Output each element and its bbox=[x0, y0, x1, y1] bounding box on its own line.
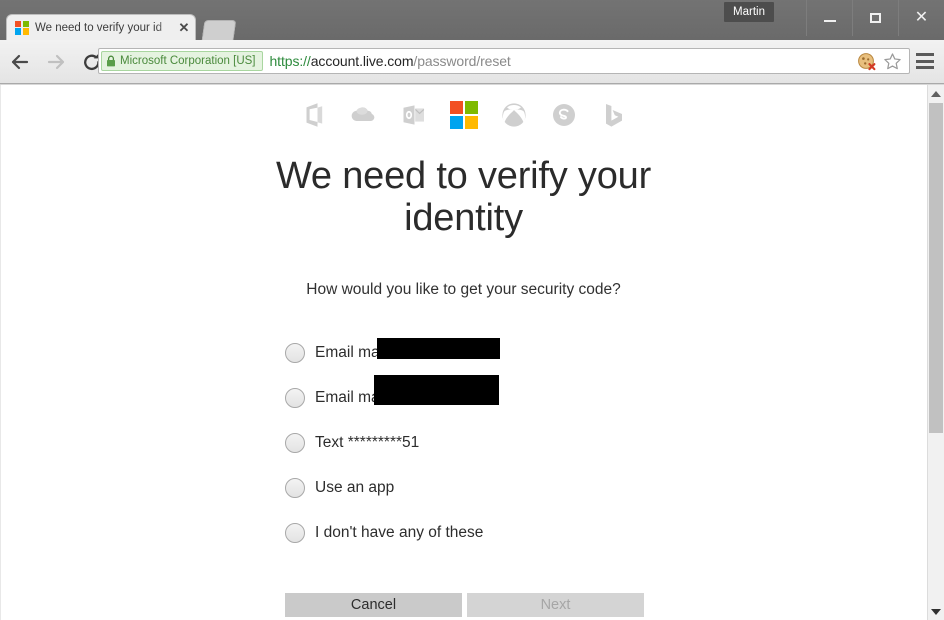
next-button[interactable]: Next bbox=[467, 593, 644, 617]
viewport-left-edge bbox=[0, 85, 1, 620]
ev-certificate-badge[interactable]: Microsoft Corporation [US] bbox=[101, 51, 263, 71]
cancel-button[interactable]: Cancel bbox=[285, 593, 462, 617]
option-row-text[interactable]: Text *********51 bbox=[285, 420, 705, 465]
option-label-none-of-these: I don't have any of these bbox=[315, 523, 484, 541]
page-content: We need to verify your identity How woul… bbox=[0, 85, 927, 620]
microsoft-service-icons bbox=[0, 100, 927, 130]
tab-active[interactable]: We need to verify your id ✕ bbox=[6, 14, 196, 40]
lock-icon bbox=[107, 55, 115, 67]
radio-use-an-app[interactable] bbox=[285, 477, 305, 498]
url-text: https://account.live.com/password/reset bbox=[270, 53, 511, 69]
new-tab-button[interactable] bbox=[201, 20, 237, 40]
ev-organization-name: Microsoft Corporation [US] bbox=[120, 55, 256, 67]
radio-none-of-these[interactable] bbox=[285, 522, 305, 543]
page-subtitle: How would you like to get your security … bbox=[306, 281, 621, 298]
radio-email-2[interactable] bbox=[285, 387, 305, 408]
option-label-text: Text *********51 bbox=[315, 433, 420, 451]
menu-line bbox=[916, 59, 934, 63]
option-label-use-an-app: Use an app bbox=[315, 478, 395, 496]
redaction-bar-email-1 bbox=[377, 338, 500, 359]
option-label-email-2: Email ma bbox=[315, 388, 380, 406]
tab-close-icon[interactable]: ✕ bbox=[177, 20, 191, 35]
microsoft-favicon-icon bbox=[15, 20, 29, 35]
option-row-email-2[interactable]: Email ma bbox=[285, 375, 705, 420]
omnibox-actions bbox=[857, 52, 902, 71]
url-scheme: https:// bbox=[269, 53, 311, 69]
xbox-icon bbox=[499, 100, 529, 130]
redaction-bar-email-2 bbox=[374, 375, 499, 405]
url-path: /password/reset bbox=[413, 53, 511, 69]
bing-icon bbox=[599, 100, 629, 130]
scroll-up-button[interactable] bbox=[928, 85, 944, 102]
option-row-email-1[interactable]: Email ma bbox=[285, 330, 705, 375]
bookmark-star-icon[interactable] bbox=[883, 52, 902, 71]
option-label-email-1: Email ma bbox=[315, 343, 380, 361]
cancel-button-label: Cancel bbox=[350, 597, 397, 613]
chevron-up-icon bbox=[931, 90, 941, 97]
menu-line bbox=[916, 53, 934, 56]
url-host: account.live.com bbox=[310, 53, 414, 69]
verification-options-list: Email ma Email ma Text *********51 Use a… bbox=[285, 330, 705, 555]
tab-title: We need to verify your id bbox=[35, 21, 162, 34]
outlook-icon bbox=[399, 100, 429, 130]
blocked-cookies-icon[interactable] bbox=[857, 52, 876, 71]
scrollbar-thumb[interactable] bbox=[929, 103, 943, 433]
radio-email-1[interactable] bbox=[285, 342, 305, 363]
option-row-use-an-app[interactable]: Use an app bbox=[285, 465, 705, 510]
scroll-down-button[interactable] bbox=[928, 603, 944, 620]
back-button[interactable] bbox=[4, 47, 36, 77]
forward-button[interactable] bbox=[40, 47, 72, 77]
page-title: We need to verify your identity bbox=[275, 155, 652, 239]
microsoft-logo-icon bbox=[449, 100, 479, 130]
back-arrow-icon bbox=[11, 54, 29, 69]
page-scrollbar[interactable] bbox=[927, 85, 944, 620]
forward-arrow-icon bbox=[47, 54, 65, 69]
tab-strip: We need to verify your id ✕ bbox=[0, 14, 944, 40]
address-bar[interactable]: Microsoft Corporation [US] https://accou… bbox=[98, 48, 910, 74]
radio-text[interactable] bbox=[285, 432, 305, 453]
form-actions: Cancel Next bbox=[285, 593, 705, 617]
chevron-down-icon bbox=[931, 608, 941, 615]
onedrive-icon bbox=[349, 100, 379, 130]
chrome-menu-button[interactable] bbox=[916, 53, 934, 69]
office-icon bbox=[299, 100, 329, 130]
menu-line bbox=[916, 66, 934, 69]
page-viewport: We need to verify your identity How woul… bbox=[0, 85, 944, 620]
browser-window: Martin ✕ We need to verify your id ✕ Mic… bbox=[0, 0, 944, 620]
next-button-label: Next bbox=[540, 597, 571, 613]
option-row-none-of-these[interactable]: I don't have any of these bbox=[285, 510, 705, 555]
browser-toolbar: Microsoft Corporation [US] https://accou… bbox=[0, 40, 944, 84]
skype-icon bbox=[549, 100, 579, 130]
